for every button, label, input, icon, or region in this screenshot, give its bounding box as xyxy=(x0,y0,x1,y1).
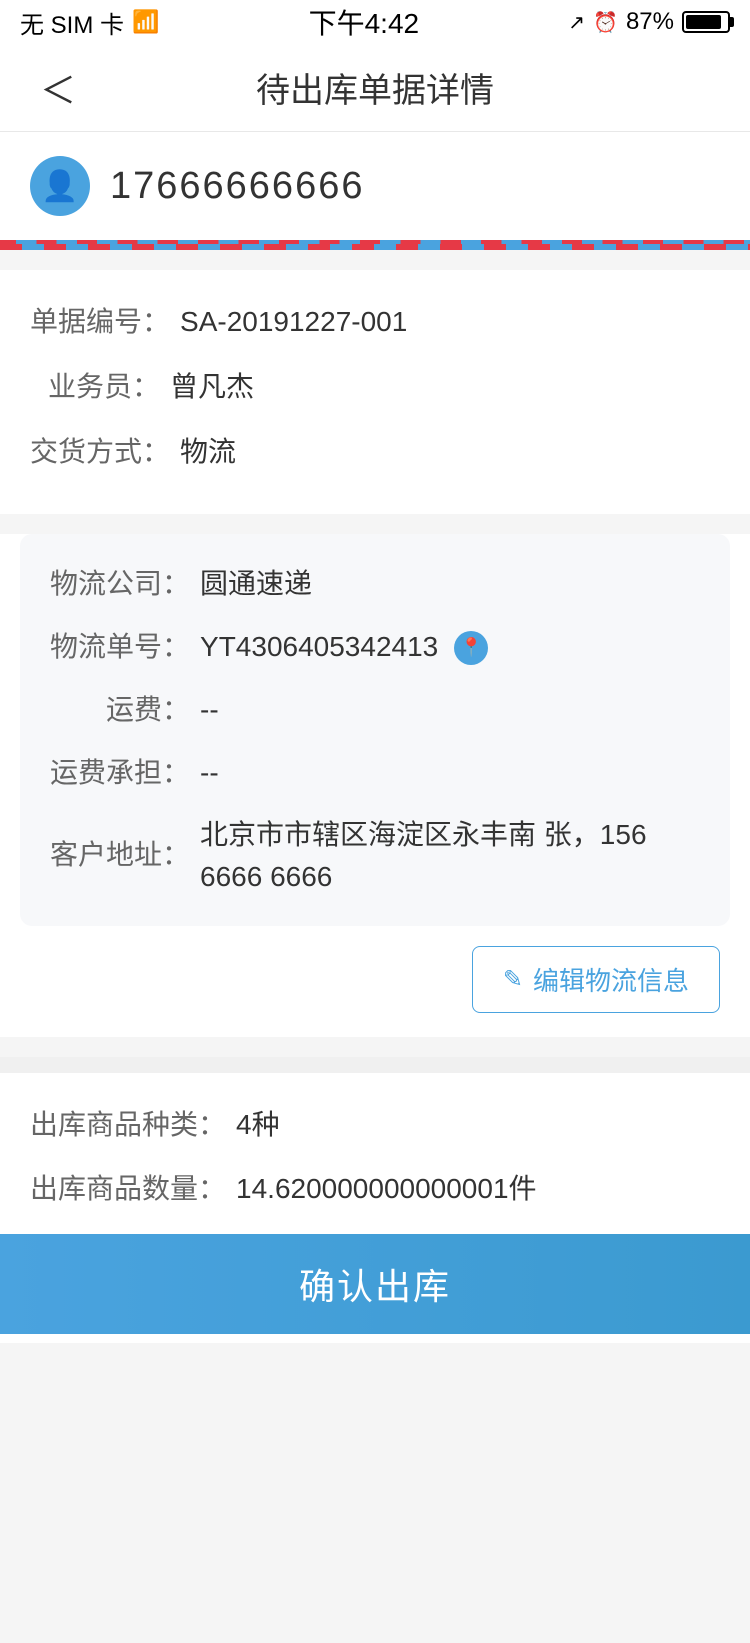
edit-btn-row: ✎ 编辑物流信息 xyxy=(0,946,750,1037)
order-no-row: 单据编号： SA-20191227-001 xyxy=(30,300,720,345)
avatar-icon: 👤 xyxy=(41,169,78,204)
freight-bearer-row: 运费承担： -- xyxy=(50,751,700,796)
address-label: 客户地址： xyxy=(50,833,200,878)
logistics-tracking-row: 物流单号： YT43064053424​13 📍 xyxy=(50,625,700,670)
logistics-company-label: 物流公司： xyxy=(50,562,200,607)
tracking-location-icon[interactable]: 📍 xyxy=(454,631,488,665)
avatar: 👤 xyxy=(30,156,90,216)
alarm-icon: ⏰ xyxy=(593,10,618,35)
logistics-section: 物流公司： 圆通速递 物流单号： YT43064053424​13 📍 运费： … xyxy=(0,534,750,1036)
salesman-row: 业务员： 曾凡杰 xyxy=(30,365,720,410)
product-qty-row: 出库商品数量： 14.620000000000001件 xyxy=(30,1167,720,1212)
freight-value: -- xyxy=(200,688,700,733)
status-right: ↗ ⏰ 87% xyxy=(568,8,730,36)
freight-label: 运费： xyxy=(50,688,200,733)
delivery-label: 交货方式： xyxy=(30,430,180,475)
product-summary-section: 出库商品种类： 4种 出库商品数量： 14.620000000000001件 xyxy=(0,1073,750,1253)
empty-area xyxy=(0,1343,750,1543)
salesman-value: 曾凡杰 xyxy=(170,365,720,410)
edit-logistics-button[interactable]: ✎ 编辑物流信息 xyxy=(472,946,720,1013)
nav-bar: ＜ 待出库单据详情 xyxy=(0,44,750,132)
page-title: 待出库单据详情 xyxy=(256,63,494,112)
status-left: 无 SIM 卡 📶 xyxy=(20,5,159,40)
delivery-value: 物流 xyxy=(180,430,720,475)
logistics-company-row: 物流公司： 圆通速递 xyxy=(50,562,700,607)
logistics-company-value: 圆通速递 xyxy=(200,562,700,607)
status-bar: 无 SIM 卡 📶 下午4:42 ↗ ⏰ 87% xyxy=(0,0,750,44)
salesman-label: 业务员： xyxy=(30,365,170,410)
confirm-outbound-label: 确认出库 xyxy=(299,1258,451,1310)
edit-icon: ✎ xyxy=(503,965,523,994)
battery-label: 87% xyxy=(626,8,674,36)
address-value: 北京市市辖区海淀区永丰南 张，156 6666 6666 xyxy=(200,814,700,898)
freight-bearer-label: 运费承担： xyxy=(50,751,200,796)
logistics-tracking-value: YT43064053424​13 📍 xyxy=(200,625,700,670)
carrier-label: 无 SIM 卡 xyxy=(20,5,124,40)
dashed-divider xyxy=(0,244,750,250)
customer-header: 👤 17666666666 xyxy=(0,132,750,244)
status-time: 下午4:42 xyxy=(309,2,420,42)
battery-indicator xyxy=(682,11,730,33)
logistics-tracking-label: 物流单号： xyxy=(50,625,200,670)
order-info-section: 单据编号： SA-20191227-001 业务员： 曾凡杰 交货方式： 物流 xyxy=(0,270,750,514)
gray-separator xyxy=(0,1057,750,1073)
freight-bearer-value: -- xyxy=(200,751,700,796)
product-qty-value: 14.620000000000001件 xyxy=(236,1167,720,1212)
order-no-label: 单据编号： xyxy=(30,300,180,345)
freight-row: 运费： -- xyxy=(50,688,700,733)
wifi-icon: 📶 xyxy=(132,9,159,35)
location-icon: ↗ xyxy=(568,10,585,35)
product-type-label: 出库商品种类： xyxy=(30,1103,236,1148)
product-type-value: 4种 xyxy=(236,1103,720,1148)
product-qty-label: 出库商品数量： xyxy=(30,1167,236,1212)
edit-logistics-label: 编辑物流信息 xyxy=(533,961,689,998)
order-no-value: SA-20191227-001 xyxy=(180,300,720,345)
address-row: 客户地址： 北京市市辖区海淀区永丰南 张，156 6666 6666 xyxy=(50,814,700,898)
back-button[interactable]: ＜ xyxy=(30,52,86,124)
delivery-row: 交货方式： 物流 xyxy=(30,430,720,475)
logistics-card: 物流公司： 圆通速递 物流单号： YT43064053424​13 📍 运费： … xyxy=(20,534,730,925)
product-type-row: 出库商品种类： 4种 xyxy=(30,1103,720,1148)
confirm-outbound-button[interactable]: 确认出库 xyxy=(0,1234,750,1334)
customer-phone: 17666666666 xyxy=(110,165,364,208)
